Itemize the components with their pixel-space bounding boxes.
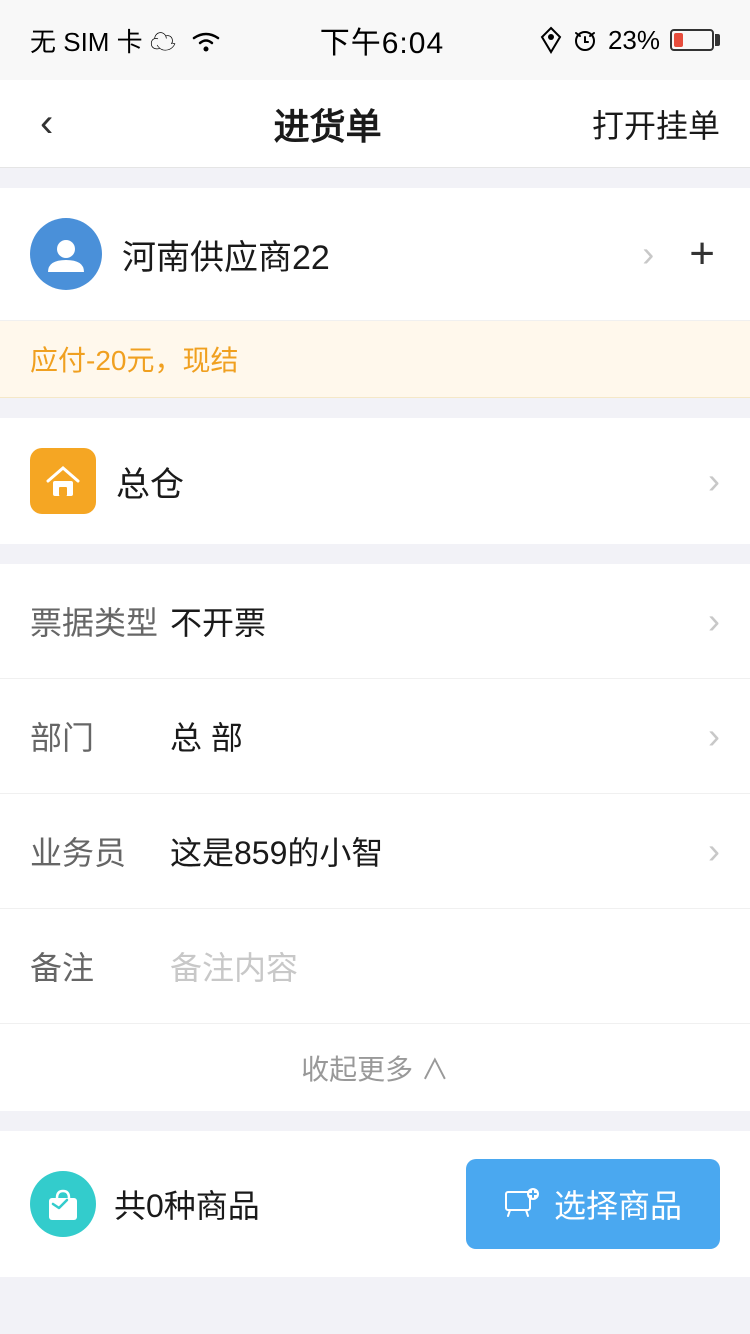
- mid-divider1: [0, 398, 750, 418]
- sim-status: 无 SIM 卡 ☁: [30, 22, 176, 59]
- collapse-button[interactable]: 收起更多 ∧: [0, 1023, 750, 1111]
- field-row-dept[interactable]: 部门 总 部 ›: [0, 678, 750, 793]
- field-label-remark: 备注: [30, 943, 170, 989]
- warehouse-icon-bg: [30, 448, 96, 514]
- field-label-salesperson: 业务员: [30, 828, 170, 874]
- field-label-invoice: 票据类型: [30, 598, 170, 644]
- field-value-invoice: 不开票: [170, 598, 708, 644]
- supplier-section: 河南供应商22 › + 应付-20元，现结: [0, 188, 750, 398]
- product-count-text: 共0种商品: [114, 1181, 260, 1227]
- home-icon: [43, 461, 83, 501]
- status-right: 23%: [540, 25, 720, 56]
- supplier-chevron-icon: ›: [642, 233, 654, 275]
- user-icon: [44, 232, 88, 276]
- product-icon-bg: [30, 1171, 96, 1237]
- notice-text: 应付-20元，现结: [30, 345, 238, 376]
- warehouse-row[interactable]: 总仓 ›: [0, 418, 750, 544]
- cart-plus-icon: [504, 1186, 540, 1222]
- invoice-chevron-icon: ›: [708, 600, 720, 642]
- warehouse-section[interactable]: 总仓 ›: [0, 418, 750, 544]
- form-section: 票据类型 不开票 › 部门 总 部 › 业务员 这是859的小智 › 备注 备注…: [0, 564, 750, 1111]
- field-row-invoice[interactable]: 票据类型 不开票 ›: [0, 564, 750, 678]
- top-divider: [0, 168, 750, 188]
- nav-bar: ‹ 进货单 打开挂单: [0, 80, 750, 168]
- field-row-salesperson[interactable]: 业务员 这是859的小智 ›: [0, 793, 750, 908]
- supplier-avatar: [30, 218, 102, 290]
- field-row-remark[interactable]: 备注 备注内容: [0, 908, 750, 1023]
- field-label-dept: 部门: [30, 713, 170, 759]
- wifi-icon: [188, 26, 224, 54]
- bottom-section: 共0种商品 选择商品: [0, 1131, 750, 1277]
- status-time: 下午6:04: [320, 18, 444, 62]
- page-title: 进货单: [274, 98, 382, 150]
- salesperson-chevron-icon: ›: [708, 830, 720, 872]
- notice-bar: 应付-20元，现结: [0, 321, 750, 398]
- supplier-row[interactable]: 河南供应商22 › +: [0, 188, 750, 321]
- warehouse-name: 总仓: [116, 457, 708, 506]
- battery-percent: 23%: [608, 25, 660, 56]
- product-count-wrap: 共0种商品: [30, 1171, 260, 1237]
- collapse-label: 收起更多 ∧: [301, 1048, 449, 1088]
- dept-chevron-icon: ›: [708, 715, 720, 757]
- warehouse-chevron-icon: ›: [708, 460, 720, 502]
- open-pending-button[interactable]: 打开挂单: [592, 101, 720, 147]
- select-product-button[interactable]: 选择商品: [466, 1159, 720, 1249]
- supplier-name: 河南供应商22: [122, 230, 642, 279]
- location-icon: [540, 26, 562, 54]
- field-value-dept: 总 部: [170, 713, 708, 759]
- field-placeholder-remark[interactable]: 备注内容: [170, 943, 720, 989]
- mid-divider2: [0, 544, 750, 564]
- battery-icon: [670, 29, 720, 51]
- shopping-bag-icon: [43, 1184, 83, 1224]
- alarm-icon: [572, 27, 598, 53]
- field-value-salesperson: 这是859的小智: [170, 828, 708, 874]
- status-bar: 无 SIM 卡 ☁ 下午6:04 23%: [0, 0, 750, 80]
- select-product-label: 选择商品: [554, 1181, 682, 1227]
- back-button[interactable]: ‹: [30, 91, 63, 156]
- status-left: 无 SIM 卡 ☁: [30, 22, 224, 59]
- add-button[interactable]: +: [684, 229, 720, 279]
